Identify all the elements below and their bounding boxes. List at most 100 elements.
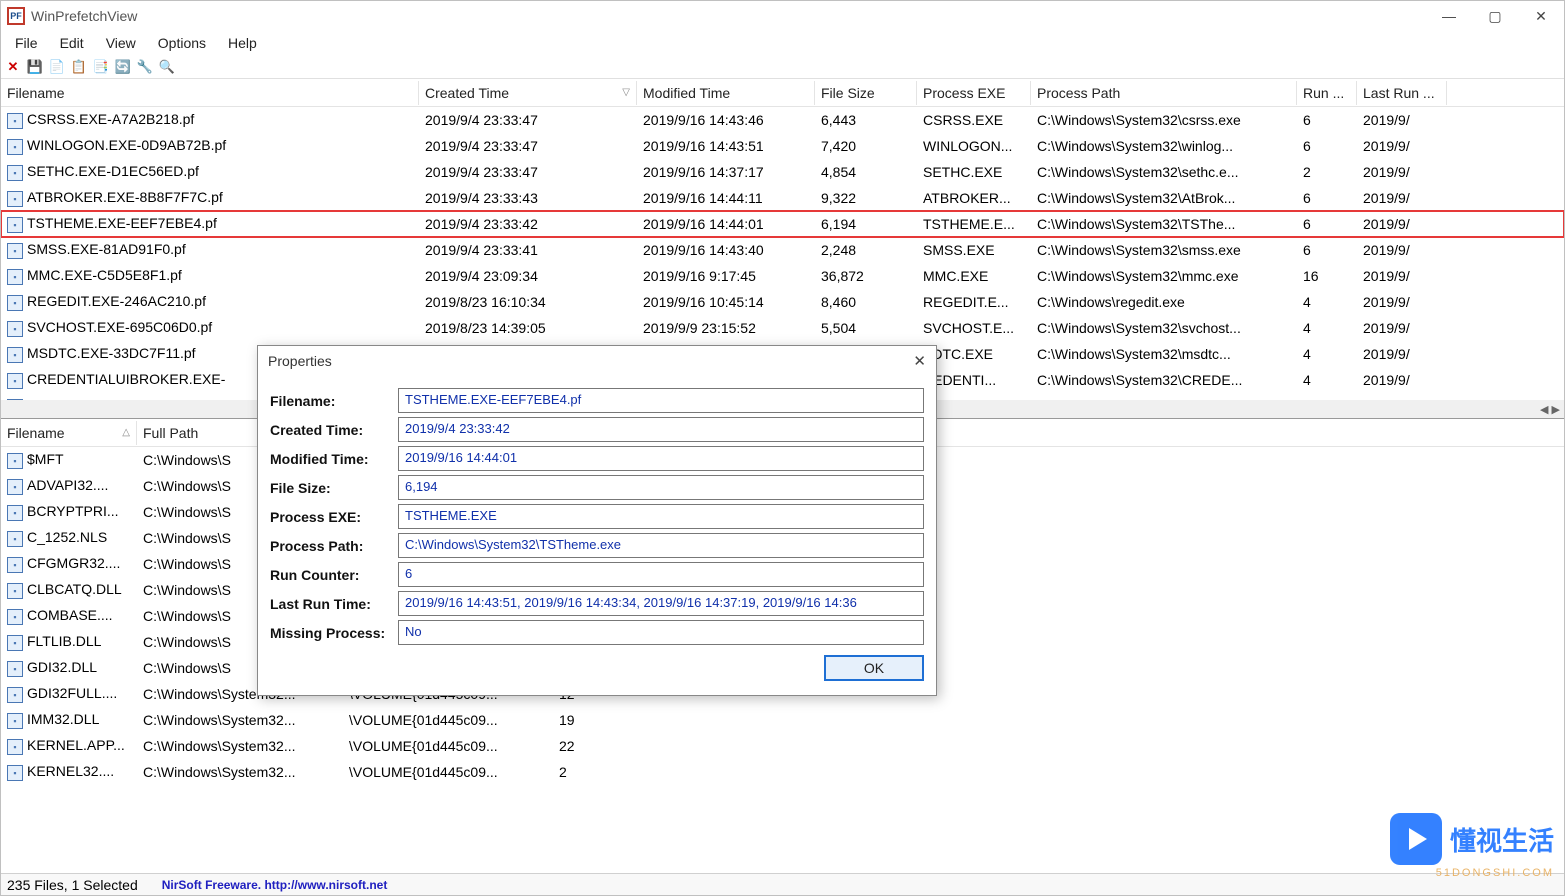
property-label: Modified Time: [270, 451, 398, 467]
property-value[interactable]: TSTHEME.EXE [398, 504, 924, 529]
table-row[interactable]: ▪REGEDIT.EXE-246AC210.pf2019/8/23 16:10:… [1, 289, 1564, 315]
cell: C:\Windows\regedit.exe [1031, 292, 1297, 312]
table-row[interactable]: ▪KERNEL.APP...C:\Windows\System32...\VOL… [1, 733, 1564, 759]
property-value[interactable]: 6 [398, 562, 924, 587]
dialog-titlebar[interactable]: Properties ✕ [258, 346, 936, 376]
cell: 2019/9/16 14:43:46 [637, 110, 815, 130]
copy-icon[interactable]: 📋 [71, 59, 87, 75]
cell: CSRSS.EXE [917, 110, 1031, 130]
col-header[interactable]: Filename [1, 81, 419, 105]
maximize-button[interactable]: ▢ [1472, 1, 1518, 31]
cell: ▪$MFT [1, 449, 137, 470]
menu-file[interactable]: File [5, 32, 48, 54]
file-icon: ▪ [7, 505, 23, 521]
cell: 6 [1297, 214, 1357, 234]
file-icon: ▪ [7, 243, 23, 259]
cell: SETHC.EXE [917, 162, 1031, 182]
cell: 4 [1297, 344, 1357, 364]
cell: 6 [1297, 240, 1357, 260]
titlebar[interactable]: PF WinPrefetchView — ▢ ✕ [1, 1, 1564, 31]
save-icon[interactable]: 💾 [27, 59, 43, 75]
cell: 2019/9/4 23:33:47 [419, 110, 637, 130]
cell: 2019/8/23 14:39:05 [419, 318, 637, 338]
col-header[interactable]: Process Path [1031, 81, 1297, 105]
col-header[interactable]: Created Time▽ [419, 81, 637, 105]
table-row[interactable]: ▪ATBROKER.EXE-8B8F7F7C.pf2019/9/4 23:33:… [1, 185, 1564, 211]
properties-icon[interactable]: 📄 [49, 59, 65, 75]
cell: 2019/9/4 23:33:41 [419, 240, 637, 260]
menu-options[interactable]: Options [148, 32, 216, 54]
export-icon[interactable]: 📑 [93, 59, 109, 75]
property-row: Last Run Time:2019/9/16 14:43:51, 2019/9… [270, 591, 924, 616]
property-value[interactable]: 2019/9/16 14:44:01 [398, 446, 924, 471]
col-header[interactable]: Last Run ... [1357, 81, 1447, 105]
property-label: Filename: [270, 393, 398, 409]
cell: 2 [553, 762, 613, 782]
col-header[interactable]: Filename△ [1, 421, 137, 445]
minimize-button[interactable]: — [1426, 1, 1472, 31]
cell: 4 [1297, 318, 1357, 338]
app-title: WinPrefetchView [31, 8, 137, 24]
table-row[interactable]: ▪WINLOGON.EXE-0D9AB72B.pf2019/9/4 23:33:… [1, 133, 1564, 159]
cell: ▪CSRSS.EXE-A7A2B218.pf [1, 109, 419, 130]
close-button[interactable]: ✕ [1518, 1, 1564, 31]
property-value[interactable]: C:\Windows\System32\TSTheme.exe [398, 533, 924, 558]
cell: 2019/8/23 16:10:34 [419, 292, 637, 312]
table-row[interactable]: ▪CSRSS.EXE-A7A2B218.pf2019/9/4 23:33:472… [1, 107, 1564, 133]
cell: 6,194 [815, 214, 917, 234]
cell: 8,460 [815, 292, 917, 312]
table-row[interactable]: ▪KERNEL32....C:\Windows\System32...\VOLU… [1, 759, 1564, 785]
dialog-close-icon[interactable]: ✕ [913, 352, 926, 370]
table-row[interactable]: ▪SVCHOST.EXE-695C06D0.pf2019/8/23 14:39:… [1, 315, 1564, 341]
cell: 2019/9/16 14:43:40 [637, 240, 815, 260]
property-value[interactable]: No [398, 620, 924, 645]
property-value[interactable]: 2019/9/4 23:33:42 [398, 417, 924, 442]
cell: C:\Windows\System32\csrss.exe [1031, 110, 1297, 130]
cell: C:\Windows\System32... [137, 736, 343, 756]
app-icon: PF [7, 7, 25, 25]
menu-view[interactable]: View [96, 32, 146, 54]
cell: 2019/9/4 23:09:34 [419, 266, 637, 286]
cell: ▪SMSS.EXE-81AD91F0.pf [1, 239, 419, 260]
find-icon[interactable]: 🔍 [159, 59, 175, 75]
file-icon: ▪ [7, 269, 23, 285]
refresh-icon[interactable]: 🔄 [115, 59, 131, 75]
file-icon: ▪ [7, 113, 23, 129]
col-header[interactable]: Modified Time [637, 81, 815, 105]
col-header[interactable]: Run ... [1297, 81, 1357, 105]
cell: MMC.EXE [917, 266, 1031, 286]
table-row[interactable]: ▪IMM32.DLLC:\Windows\System32...\VOLUME{… [1, 707, 1564, 733]
cell: ▪MMC.EXE-C5D5E8F1.pf [1, 265, 419, 286]
cell: ▪ADVAPI32.... [1, 475, 137, 496]
status-link[interactable]: NirSoft Freeware. http://www.nirsoft.net [162, 878, 388, 892]
file-icon: ▪ [7, 635, 23, 651]
table-row[interactable]: ▪SETHC.EXE-D1EC56ED.pf2019/9/4 23:33:472… [1, 159, 1564, 185]
cell: 2019/9/9 23:15:52 [637, 318, 815, 338]
menu-edit[interactable]: Edit [50, 32, 94, 54]
cell: 2019/9/ [1357, 370, 1447, 390]
property-value[interactable]: 6,194 [398, 475, 924, 500]
cell: 36,872 [815, 266, 917, 286]
cell: C:\Windows\System32\msdtc... [1031, 344, 1297, 364]
toolbar: ✕ 💾 📄 📋 📑 🔄 🔧 🔍 [1, 55, 1564, 79]
property-value[interactable]: TSTHEME.EXE-EEF7EBE4.pf [398, 388, 924, 413]
table-row[interactable]: ▪SMSS.EXE-81AD91F0.pf2019/9/4 23:33:4120… [1, 237, 1564, 263]
delete-icon[interactable]: ✕ [5, 59, 21, 75]
file-icon: ▪ [7, 765, 23, 781]
table-row[interactable]: ▪TSTHEME.EXE-EEF7EBE4.pf2019/9/4 23:33:4… [1, 211, 1564, 237]
ok-button[interactable]: OK [824, 655, 924, 681]
table-row[interactable]: ▪MMC.EXE-C5D5E8F1.pf2019/9/4 23:09:34201… [1, 263, 1564, 289]
property-row: Modified Time:2019/9/16 14:44:01 [270, 446, 924, 471]
col-header[interactable]: Process EXE [917, 81, 1031, 105]
watermark-logo: 懂视生活 51DONGSHI.COM [1390, 813, 1554, 865]
statusbar: 235 Files, 1 Selected NirSoft Freeware. … [1, 873, 1564, 895]
cell: REGEDIT.E... [917, 292, 1031, 312]
property-label: Missing Process: [270, 625, 398, 641]
cell: 16 [1297, 266, 1357, 286]
col-header[interactable]: File Size [815, 81, 917, 105]
property-value[interactable]: 2019/9/16 14:43:51, 2019/9/16 14:43:34, … [398, 591, 924, 616]
cell: \VOLUME{01d445c09... [343, 710, 553, 730]
file-icon: ▪ [7, 479, 23, 495]
options-icon[interactable]: 🔧 [137, 59, 153, 75]
menu-help[interactable]: Help [218, 32, 267, 54]
